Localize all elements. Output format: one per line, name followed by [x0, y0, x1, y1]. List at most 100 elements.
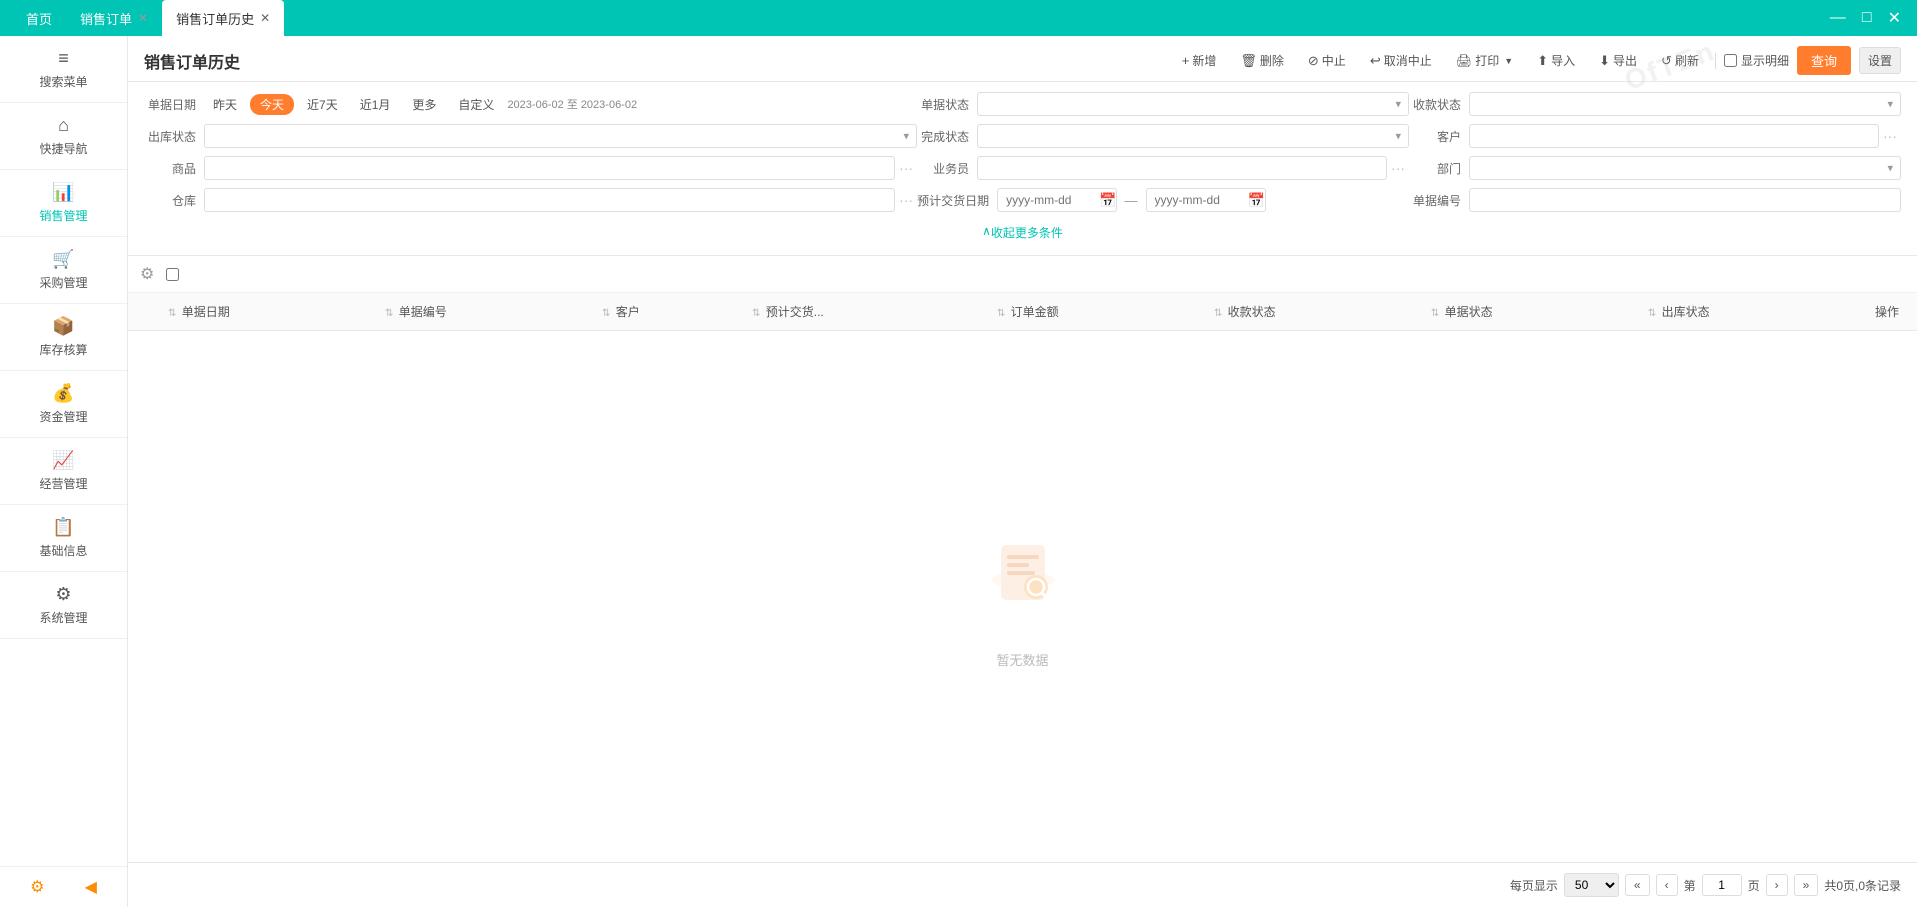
sidebar-item-inventory-label: 库存核算	[39, 341, 87, 358]
import-button[interactable]: ⬆ 导入	[1529, 48, 1583, 73]
query-button[interactable]: 查询	[1797, 46, 1851, 75]
page-size-select[interactable]: 50 100 200	[1564, 873, 1619, 897]
collapse-row[interactable]: ∧ 收起更多条件	[144, 220, 1901, 245]
current-page-input[interactable]	[1702, 874, 1742, 896]
toolbar-divider	[1715, 53, 1716, 69]
date-btn-1month[interactable]: 近1月	[351, 93, 400, 116]
window-controls: — □ ✕	[1826, 6, 1905, 30]
new-button[interactable]: + 新增	[1174, 48, 1225, 73]
settings-bottom-icon[interactable]: ⚙	[30, 877, 44, 897]
stop-icon: ⊘	[1308, 53, 1319, 69]
stop-button[interactable]: ⊘ 中止	[1300, 48, 1354, 73]
maximize-button[interactable]: □	[1858, 7, 1876, 29]
collapse-sidebar-icon[interactable]: ◀	[85, 877, 97, 897]
table-settings-icon[interactable]: ⚙	[140, 264, 154, 284]
th-receipt-status[interactable]: ⇅ 收款状态	[1206, 293, 1423, 331]
date-btn-custom[interactable]: 自定义	[449, 93, 503, 116]
filter-row-1: 单据日期 昨天 今天 近7天 近1月 更多 自定义 2023-06-02 至 2…	[144, 92, 1901, 116]
table-toolbar: ⚙	[128, 256, 1917, 293]
date-btn-7days[interactable]: 近7天	[298, 93, 347, 116]
delete-icon: 🗑	[1240, 53, 1257, 69]
th-customer[interactable]: ⇅ 客户	[594, 293, 744, 331]
settings-button[interactable]: 设置	[1859, 47, 1901, 74]
tab-sales-order-history[interactable]: 销售订单历史 ✕	[162, 0, 284, 36]
sort-icon-date: ⇅	[168, 308, 176, 319]
th-bill-status[interactable]: ⇅ 单据状态	[1423, 293, 1640, 331]
product-ellipsis[interactable]: ···	[895, 160, 917, 176]
warehouse-input[interactable]	[204, 188, 895, 212]
show-detail-checkbox[interactable]	[1724, 54, 1737, 67]
delete-button[interactable]: 🗑 删除	[1232, 48, 1292, 73]
filter-out-status: 出库状态	[144, 124, 917, 148]
sort-icon-out-status: ⇅	[1648, 308, 1656, 319]
last-page-button[interactable]: »	[1794, 874, 1819, 896]
filter-department: 部门	[1409, 156, 1901, 180]
tab-sales-order-history-close[interactable]: ✕	[260, 11, 270, 25]
sidebar-item-basic-info[interactable]: 📋 基础信息	[0, 505, 127, 572]
customer-ellipsis[interactable]: ···	[1879, 128, 1901, 144]
department-select-wrap	[1469, 156, 1901, 180]
th-out-status[interactable]: ⇅ 出库状态	[1640, 293, 1857, 331]
customer-input[interactable]	[1469, 124, 1879, 148]
date-btn-yesterday[interactable]: 昨天	[204, 93, 246, 116]
salesperson-ellipsis[interactable]: ···	[1387, 160, 1409, 176]
filter-row-4: 仓库 ··· 预计交货日期 📅 — 📅	[144, 188, 1901, 212]
warehouse-ellipsis[interactable]: ···	[895, 192, 917, 208]
close-button[interactable]: ✕	[1884, 6, 1905, 30]
minimize-button[interactable]: —	[1826, 7, 1850, 29]
bill-status-select-wrap	[977, 92, 1409, 116]
export-button[interactable]: ⬇ 导出	[1591, 48, 1645, 73]
bill-number-input[interactable]	[1469, 188, 1901, 212]
tab-home[interactable]: 首页	[12, 9, 66, 28]
sort-icon-bill-number: ⇅	[385, 308, 393, 319]
salesperson-input[interactable]	[977, 156, 1387, 180]
sort-icon-receipt: ⇅	[1214, 308, 1222, 319]
sort-icon-customer: ⇅	[602, 308, 610, 319]
show-detail-wrapper: 显示明细	[1724, 52, 1789, 69]
sidebar-item-search[interactable]: ≡ 搜索菜单	[0, 36, 127, 103]
prev-page-button[interactable]: ‹	[1656, 874, 1678, 896]
product-control: ···	[204, 156, 917, 180]
content-area: 销售订单历史 + 新增 🗑 删除 ⊘ 中止 ↩ 取消中止	[128, 36, 1917, 907]
print-button[interactable]: 🖨 打印	[1448, 48, 1521, 73]
sidebar-item-operations[interactable]: 📈 经营管理	[0, 438, 127, 505]
date-btn-today[interactable]: 今天	[250, 94, 294, 115]
filter-delivery-date: 预计交货日期 📅 — 📅	[917, 188, 1409, 212]
select-all-checkbox[interactable]	[166, 268, 179, 281]
sidebar-item-sales-label: 销售管理	[39, 207, 87, 224]
collapse-icon: ∧	[982, 224, 991, 241]
empty-state: 暂无数据	[128, 331, 1917, 862]
sidebar-item-inventory[interactable]: 📦 库存核算	[0, 304, 127, 371]
th-delivery-date[interactable]: ⇅ 预计交货...	[744, 293, 989, 331]
out-status-select[interactable]	[204, 124, 917, 148]
calendar-end-icon[interactable]: 📅	[1248, 192, 1265, 209]
date-btn-more[interactable]: 更多	[403, 93, 445, 116]
operations-icon: 📈	[52, 450, 74, 471]
sidebar-item-purchase[interactable]: 🛒 采购管理	[0, 237, 127, 304]
tab-bar: 首页 销售订单 ✕ 销售订单历史 ✕	[12, 0, 284, 36]
next-page-button[interactable]: ›	[1766, 874, 1788, 896]
product-input[interactable]	[204, 156, 895, 180]
sidebar-item-system[interactable]: ⚙ 系统管理	[0, 572, 127, 639]
calendar-start-icon[interactable]: 📅	[1099, 192, 1116, 209]
finance-icon: 💰	[52, 383, 74, 404]
export-icon: ⬇	[1599, 53, 1610, 69]
sidebar-item-sales[interactable]: 📊 销售管理	[0, 170, 127, 237]
pagination: 每页显示 50 100 200 « ‹ 第 页 › » 共0页,0条记录	[128, 862, 1917, 907]
department-select[interactable]	[1469, 156, 1901, 180]
refresh-button[interactable]: ↺ 刷新	[1653, 48, 1707, 73]
th-date[interactable]: ⇅ 单据日期	[160, 293, 377, 331]
sidebar-item-quicknav[interactable]: ⌂ 快捷导航	[0, 103, 127, 170]
bill-status-select[interactable]	[977, 92, 1409, 116]
th-operation: 操作	[1857, 293, 1917, 331]
tab-sales-order-close[interactable]: ✕	[138, 11, 148, 25]
receipt-status-select[interactable]	[1469, 92, 1901, 116]
th-bill-number[interactable]: ⇅ 单据编号	[377, 293, 594, 331]
tab-sales-order[interactable]: 销售订单 ✕	[66, 0, 162, 36]
th-order-amount[interactable]: ⇅ 订单金额	[989, 293, 1206, 331]
cancel-stop-button[interactable]: ↩ 取消中止	[1362, 48, 1440, 73]
sidebar-item-finance[interactable]: 💰 资金管理	[0, 371, 127, 438]
complete-status-select[interactable]	[977, 124, 1409, 148]
date-control: 昨天 今天 近7天 近1月 更多 自定义 2023-06-02 至 2023-0…	[204, 93, 917, 116]
first-page-button[interactable]: «	[1625, 874, 1650, 896]
